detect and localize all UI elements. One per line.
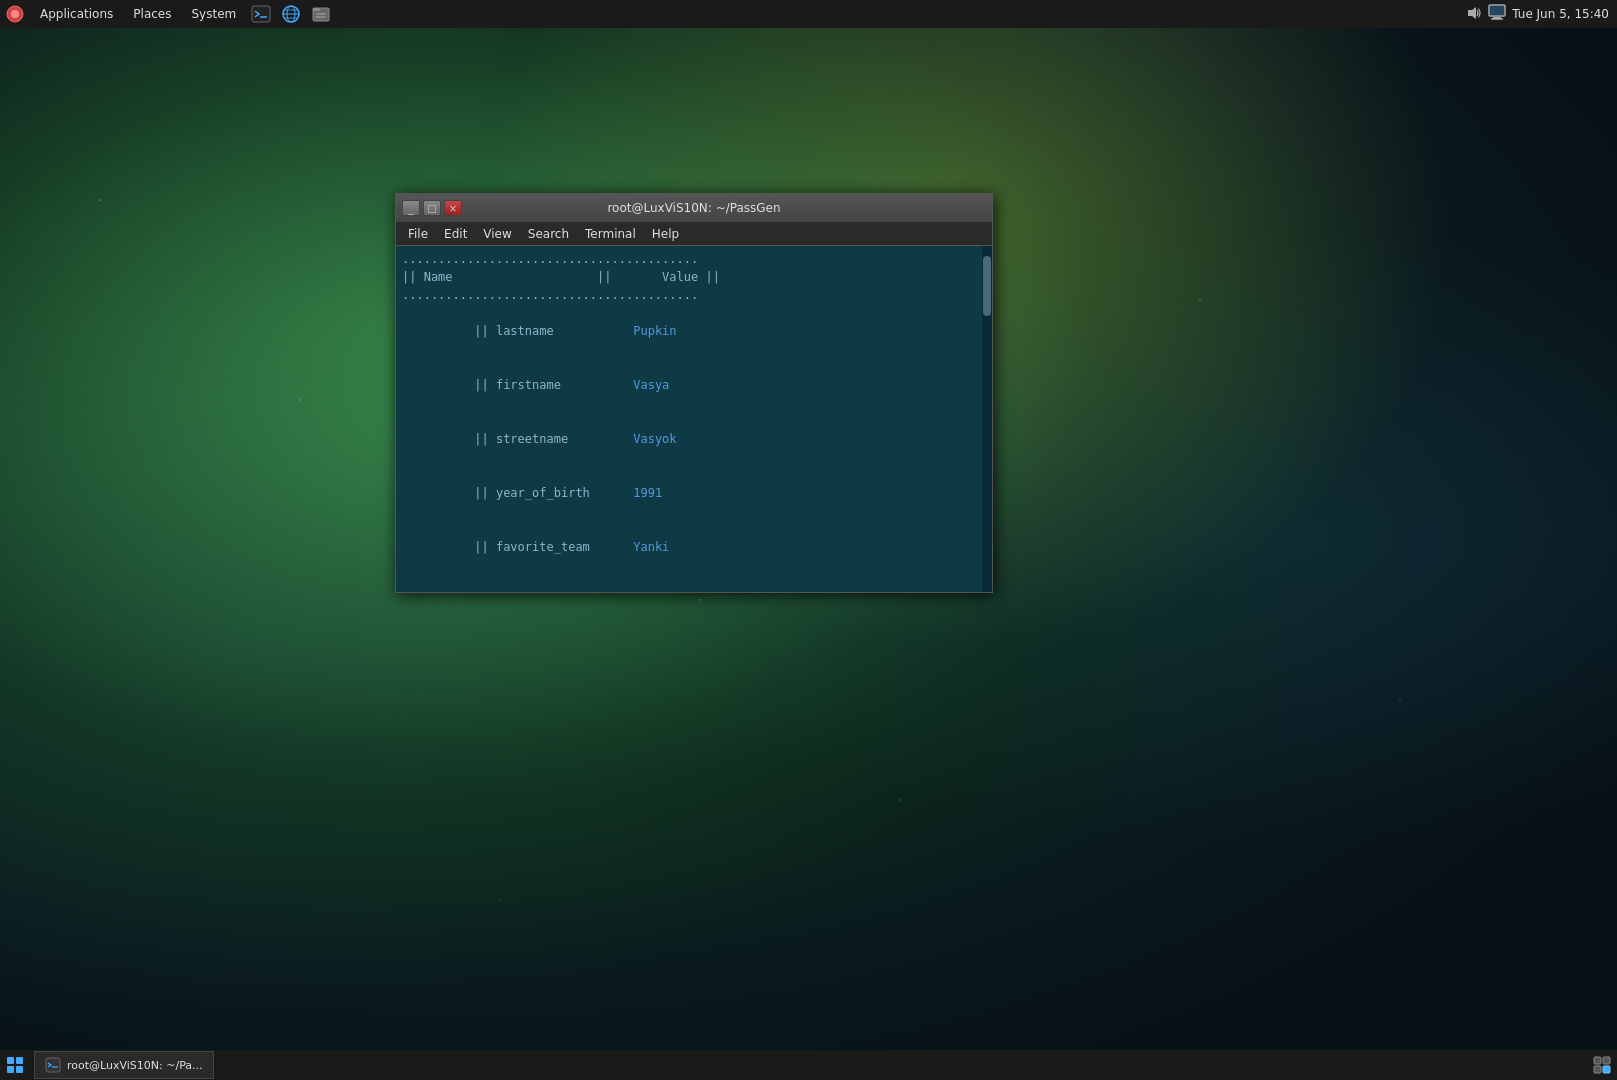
web-browser-icon[interactable]	[280, 3, 302, 25]
svg-rect-27	[1603, 1066, 1610, 1073]
terminal-launcher-icon[interactable]	[250, 3, 272, 25]
desktop: Applications Places System	[0, 0, 1617, 1080]
menu-edit[interactable]: Edit	[436, 222, 475, 246]
table-row: || favorite_team Yanki	[402, 520, 976, 574]
taskbar-right-button[interactable]	[1587, 1050, 1617, 1080]
titlebar-buttons: _ □ ×	[402, 200, 462, 216]
close-button[interactable]: ×	[444, 200, 462, 216]
table-row: || lastname Pupkin	[402, 304, 976, 358]
svg-marker-13	[1468, 7, 1476, 19]
table-header: || Name || Value ||	[402, 268, 976, 286]
top-panel: Applications Places System	[0, 0, 1617, 28]
svg-rect-26	[1594, 1066, 1601, 1073]
minimize-button[interactable]: _	[402, 200, 420, 216]
panel-left: Applications Places System	[0, 0, 1466, 28]
terminal-menubar: File Edit View Search Terminal Help	[396, 222, 992, 246]
applications-menu[interactable]: Applications	[30, 0, 123, 28]
system-menu[interactable]: System	[181, 0, 246, 28]
terminal-scrollbar[interactable]	[982, 246, 992, 592]
datetime-display: Tue Jun 5, 15:40	[1512, 7, 1609, 21]
menu-help[interactable]: Help	[644, 222, 687, 246]
svg-rect-20	[7, 1066, 14, 1073]
svg-rect-18	[7, 1057, 14, 1064]
file-manager-icon[interactable]	[310, 3, 332, 25]
svg-point-1	[11, 10, 19, 18]
menu-search[interactable]: Search	[520, 222, 577, 246]
monitor-icon[interactable]	[1488, 4, 1506, 25]
menu-file[interactable]: File	[400, 222, 436, 246]
svg-rect-19	[16, 1057, 23, 1064]
dots-line-2: ........................................…	[402, 286, 976, 304]
bottom-taskbar: root@LuxViS10N: ~/Pa...	[0, 1050, 1617, 1080]
taskbar-show-desktop[interactable]	[0, 1050, 30, 1080]
terminal-title: root@LuxViS10N: ~/PassGen	[462, 201, 926, 215]
table-row-child-nickname: || child_nickname None	[402, 574, 976, 592]
volume-icon[interactable]	[1466, 5, 1482, 24]
taskbar-terminal-label: root@LuxViS10N: ~/Pa...	[67, 1059, 203, 1072]
terminal-titlebar: _ □ × root@LuxViS10N: ~/PassGen	[396, 194, 992, 222]
system-logo-icon[interactable]	[4, 3, 26, 25]
menu-view[interactable]: View	[475, 222, 519, 246]
svg-rect-21	[16, 1066, 23, 1073]
menu-terminal[interactable]: Terminal	[577, 222, 644, 246]
svg-rect-17	[1490, 6, 1504, 15]
taskbar-terminal-item[interactable]: root@LuxViS10N: ~/Pa...	[34, 1051, 214, 1079]
maximize-button[interactable]: □	[423, 200, 441, 216]
terminal-window: _ □ × root@LuxViS10N: ~/PassGen File Edi…	[395, 193, 993, 593]
places-menu[interactable]: Places	[123, 0, 181, 28]
svg-rect-25	[1603, 1057, 1610, 1064]
table-row: || firstname Vasya	[402, 358, 976, 412]
dots-line-1: ........................................…	[402, 250, 976, 268]
table-row: || streetname Vasyok	[402, 412, 976, 466]
scrollbar-thumb[interactable]	[983, 256, 991, 316]
svg-rect-2	[252, 6, 270, 22]
svg-rect-10	[313, 8, 320, 11]
terminal-body[interactable]: ........................................…	[396, 246, 982, 592]
svg-rect-24	[1594, 1057, 1601, 1064]
svg-rect-22	[46, 1058, 60, 1072]
table-row: || year_of_birth 1991	[402, 466, 976, 520]
panel-right: Tue Jun 5, 15:40	[1466, 4, 1617, 25]
terminal-content-wrapper: ........................................…	[396, 246, 992, 592]
